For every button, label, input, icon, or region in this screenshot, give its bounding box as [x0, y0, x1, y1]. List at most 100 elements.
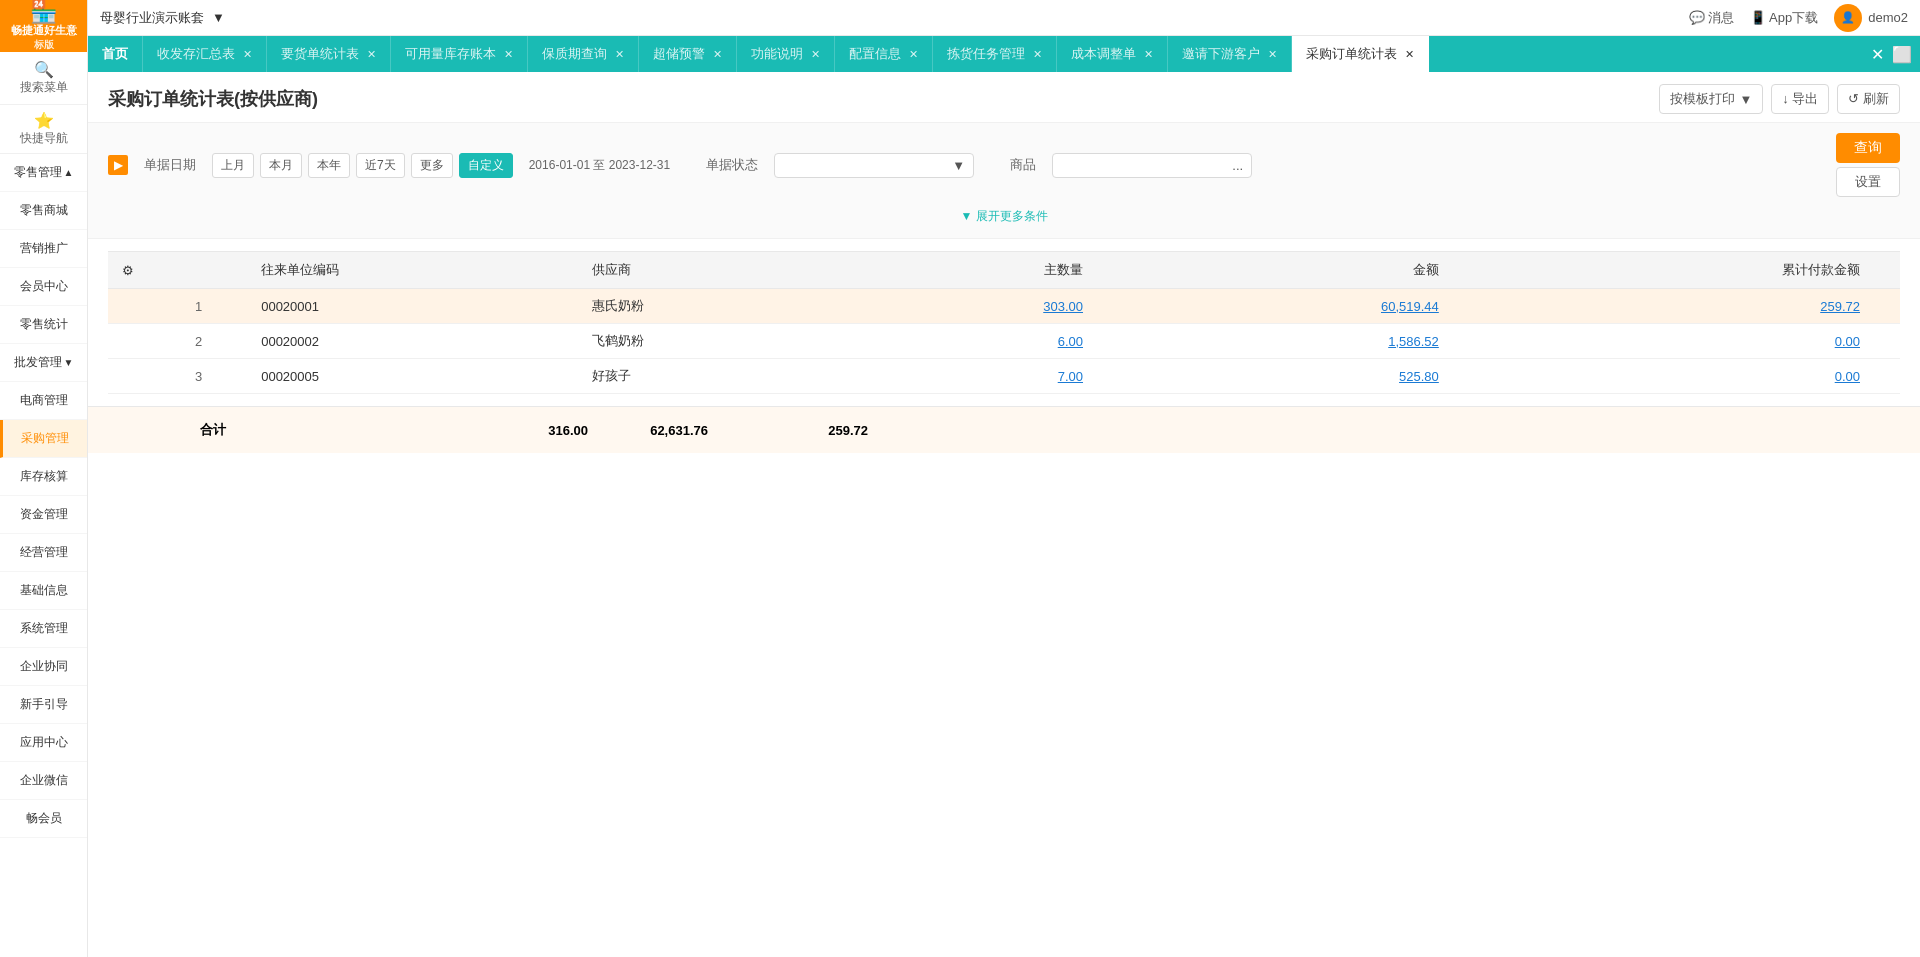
query-button[interactable]: 查询 [1836, 133, 1900, 163]
tabbar-maximize[interactable]: ⬜ [1892, 45, 1912, 64]
ellipsis-icon: ... [1232, 158, 1243, 173]
tab-inventory-ledger[interactable]: 可用量库存账本 ✕ [391, 36, 528, 72]
date-btn-this-month[interactable]: 本月 [260, 153, 302, 178]
export-icon: ↓ [1782, 91, 1789, 106]
sidebar-item-app-center[interactable]: 应用中心 [0, 724, 87, 762]
tabbar-close-all[interactable]: ✕ [1871, 45, 1884, 64]
tabbar: 首页 收发存汇总表 ✕ 要货单统计表 ✕ 可用量库存账本 ✕ 保质期查询 ✕ 超… [88, 36, 1920, 72]
row-expand[interactable] [108, 359, 148, 394]
expand-more-btn[interactable]: ▼ 展开更多条件 [952, 205, 1055, 228]
tab-pick-task[interactable]: 拣货任务管理 ✕ [933, 36, 1057, 72]
date-btn-last-month[interactable]: 上月 [212, 153, 254, 178]
sidebar-item-retail-mall[interactable]: 零售商城 [0, 192, 87, 230]
refresh-button[interactable]: ↺ 刷新 [1837, 84, 1900, 114]
message-icon: 💬 [1689, 10, 1705, 25]
tab-home[interactable]: 首页 [88, 36, 143, 72]
app-download-btn[interactable]: 📱 App下载 [1750, 9, 1818, 27]
export-label: 导出 [1792, 91, 1818, 106]
sidebar-operation-label: 经营管理 [20, 544, 68, 561]
template-print-button[interactable]: 按模板打印 ▼ [1659, 84, 1763, 114]
tab-validity[interactable]: 保质期查询 ✕ [528, 36, 639, 72]
toggle-filter-button[interactable]: ▶ [108, 155, 128, 175]
tab-receivable-close[interactable]: ✕ [243, 48, 252, 61]
message-btn[interactable]: 💬 消息 [1689, 9, 1734, 27]
sidebar-item-sys-mgmt[interactable]: 系统管理 [0, 610, 87, 648]
workspace-dropdown-icon[interactable]: ▼ [212, 10, 225, 25]
logo-sub: 标版 [34, 38, 54, 51]
row-paid[interactable]: 0.00 [1479, 359, 1900, 394]
status-select[interactable]: ▼ [774, 153, 974, 178]
tab-cost-adjust[interactable]: 成本调整单 ✕ [1057, 36, 1168, 72]
sidebar-item-member2[interactable]: 畅会员 [0, 800, 87, 838]
sidebar-item-member[interactable]: 会员中心 [0, 268, 87, 306]
tab-purchase-stats[interactable]: 采购订单统计表 ✕ [1292, 36, 1429, 72]
sidebar-item-enterprise-wx[interactable]: 企业微信 [0, 762, 87, 800]
tab-goods-stats[interactable]: 要货单统计表 ✕ [267, 36, 391, 72]
row-amount[interactable]: 525.80 [1123, 359, 1479, 394]
sidebar-item-marketing[interactable]: 营销推广 [0, 230, 87, 268]
tab-purchasestats-close[interactable]: ✕ [1405, 48, 1414, 61]
export-button[interactable]: ↓ 导出 [1771, 84, 1829, 114]
sidebar-item-purchase[interactable]: 采购管理 [0, 420, 87, 458]
row-amount[interactable]: 60,519.44 [1123, 289, 1479, 324]
row-paid[interactable]: 259.72 [1479, 289, 1900, 324]
sidebar-item-finance[interactable]: 资金管理 [0, 496, 87, 534]
table-header-row: ⚙ 往来单位编码 供应商 主数量 金额 [108, 252, 1900, 289]
sidebar-item-new-guide[interactable]: 新手引导 [0, 686, 87, 724]
date-btn-custom[interactable]: 自定义 [459, 153, 513, 178]
chevron-up-icon: ▲ [64, 167, 74, 178]
sidebar-item-inventory[interactable]: 库存核算 [0, 458, 87, 496]
table-area: ⚙ 往来单位编码 供应商 主数量 金额 [88, 239, 1920, 406]
sidebar-item-base-info[interactable]: 基础信息 [0, 572, 87, 610]
tab-receivable-label: 收发存汇总表 [157, 45, 235, 63]
date-btn-7days[interactable]: 近7天 [356, 153, 405, 178]
tab-receivable[interactable]: 收发存汇总表 ✕ [143, 36, 267, 72]
row-qty[interactable]: 7.00 [826, 359, 1123, 394]
row-amount[interactable]: 1,586.52 [1123, 324, 1479, 359]
sidebar-retailmgmt-label: 零售管理 [14, 164, 62, 181]
row-qty[interactable]: 6.00 [826, 324, 1123, 359]
tab-func-desc[interactable]: 功能说明 ✕ [737, 36, 835, 72]
sidebar-item-wholesale[interactable]: 批发管理 ▼ [0, 344, 87, 382]
table-row: 1 00020001 惠氏奶粉 303.00 60,519.44 259.72 [108, 289, 1900, 324]
row-paid[interactable]: 0.00 [1479, 324, 1900, 359]
refresh-label: 刷新 [1863, 91, 1889, 106]
topbar: 母婴行业演示账套 ▼ 💬 消息 📱 App下载 👤 demo2 [88, 0, 1920, 36]
table-row: 2 00020002 飞鹤奶粉 6.00 1,586.52 0.00 [108, 324, 1900, 359]
sidebar-member2-label: 畅会员 [26, 810, 62, 827]
tab-goodsstats-close[interactable]: ✕ [367, 48, 376, 61]
tab-validity-label: 保质期查询 [542, 45, 607, 63]
sidebar-appcenter-label: 应用中心 [20, 734, 68, 751]
app-download-icon: 📱 [1750, 10, 1766, 25]
sidebar-search-label: 搜索菜单 [6, 79, 81, 96]
row-expand[interactable] [108, 289, 148, 324]
tab-picktask-close[interactable]: ✕ [1033, 48, 1042, 61]
tab-invitedownstream-close[interactable]: ✕ [1268, 48, 1277, 61]
tab-config[interactable]: 配置信息 ✕ [835, 36, 933, 72]
tab-overstock-label: 超储预警 [653, 45, 705, 63]
sidebar-item-search[interactable]: 🔍 搜索菜单 [0, 52, 87, 105]
tab-validity-close[interactable]: ✕ [615, 48, 624, 61]
date-btn-this-year[interactable]: 本年 [308, 153, 350, 178]
date-btn-more[interactable]: 更多 [411, 153, 453, 178]
row-expand[interactable] [108, 324, 148, 359]
settings-button[interactable]: 设置 [1836, 167, 1900, 197]
sidebar-item-enterprise[interactable]: 企业协同 [0, 648, 87, 686]
sidebar-item-ecommerce[interactable]: 电商管理 [0, 382, 87, 420]
user-info[interactable]: 👤 demo2 [1834, 4, 1908, 32]
tab-funcdesc-close[interactable]: ✕ [811, 48, 820, 61]
tab-costadjust-close[interactable]: ✕ [1144, 48, 1153, 61]
sidebar-item-retail-mgmt[interactable]: 零售管理 ▲ [0, 154, 87, 192]
tab-goodsstats-label: 要货单统计表 [281, 45, 359, 63]
tab-config-close[interactable]: ✕ [909, 48, 918, 61]
tab-inventoryledger-close[interactable]: ✕ [504, 48, 513, 61]
sidebar-item-operation[interactable]: 经营管理 [0, 534, 87, 572]
goods-input[interactable]: ... [1052, 153, 1252, 178]
tab-overstock[interactable]: 超储预警 ✕ [639, 36, 737, 72]
sidebar-item-quick-nav[interactable]: ⭐ 快捷导航 [0, 105, 87, 154]
tab-invite-downstream[interactable]: 邀请下游客户 ✕ [1168, 36, 1292, 72]
sidebar-item-retail-stats[interactable]: 零售统计 [0, 306, 87, 344]
col-settings[interactable]: ⚙ [108, 252, 148, 289]
row-qty[interactable]: 303.00 [826, 289, 1123, 324]
tab-overstock-close[interactable]: ✕ [713, 48, 722, 61]
